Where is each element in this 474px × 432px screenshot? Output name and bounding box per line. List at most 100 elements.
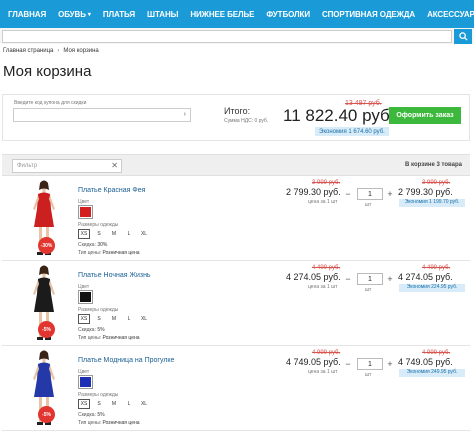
breadcrumb-home[interactable]: Главная страница — [3, 48, 53, 54]
discount-label: Скидка — [78, 242, 95, 248]
line-total: 2 799.30 руб. — [398, 187, 453, 197]
quantity-decrease-button[interactable]: − — [343, 358, 353, 370]
vat-amount: Сумма НДС: 0 руб. — [224, 118, 269, 124]
sizes-label: Размеры одежды — [78, 307, 119, 313]
nav-label: НИЖНЕЕ БЕЛЬЕ — [190, 9, 255, 19]
nav-item-dresses[interactable]: ПЛАТЬЯ — [97, 0, 141, 28]
discount-label: Скидка — [78, 327, 95, 333]
per-unit-label: цена за 1 шт — [308, 369, 338, 375]
total-label: Итого: — [224, 106, 251, 116]
nav-item-sportswear[interactable]: СПОРТИВНАЯ ОДЕЖДА — [316, 0, 421, 28]
nav-item-underwear[interactable]: НИЖНЕЕ БЕЛЬЕ — [184, 0, 260, 28]
color-swatch[interactable] — [78, 375, 93, 389]
price-type-value: Розничная цена — [102, 250, 140, 256]
product-name[interactable]: Платье Красная Фея — [78, 187, 145, 194]
search-icon — [458, 32, 468, 41]
price-type-label: Тип цены — [78, 420, 100, 426]
size-selector: XS S M L XL — [78, 314, 150, 324]
size-option-m[interactable]: M — [108, 314, 120, 324]
unit-price: 4 749.05 руб. — [286, 357, 341, 367]
size-option-xl[interactable]: XL — [138, 314, 150, 324]
size-option-m[interactable]: M — [108, 229, 120, 239]
quantity-decrease-button[interactable]: − — [343, 188, 353, 200]
nav-item-tshirts[interactable]: ФУТБОЛКИ — [260, 0, 316, 28]
size-selector: XS S M L XL — [78, 399, 150, 409]
quantity-increase-button[interactable]: + — [385, 358, 395, 370]
total-price: 11 822.40 руб. — [283, 106, 395, 125]
color-swatch[interactable] — [78, 205, 93, 219]
nav-label: АКСЕССУАРЫ — [427, 9, 474, 19]
price-type-label: Тип цены — [78, 335, 100, 341]
nav-item-accessories[interactable]: АКСЕССУАРЫ▾ — [421, 0, 474, 28]
size-option-xs[interactable]: XS — [78, 314, 90, 324]
discount-info: Скидка: 5% — [78, 412, 105, 418]
color-swatch[interactable] — [78, 290, 93, 304]
size-option-xl[interactable]: XL — [138, 399, 150, 409]
size-option-s[interactable]: S — [93, 314, 105, 324]
discount-value: 30% — [97, 242, 108, 248]
size-option-l[interactable]: L — [123, 314, 135, 324]
old-sum: 4 499 руб. — [422, 265, 451, 271]
cart-count: В корзине 3 товара — [405, 162, 462, 168]
quantity-increase-button[interactable]: + — [385, 273, 395, 285]
size-option-l[interactable]: L — [123, 229, 135, 239]
line-economy-badge: Экономия 249.95 руб. — [399, 369, 465, 377]
discount-value: 5% — [97, 327, 105, 333]
nav-item-shoes[interactable]: ОБУВЬ ▾ — [52, 0, 97, 28]
sizes-label: Размеры одежды — [78, 222, 119, 228]
search-button[interactable] — [454, 29, 472, 44]
search-bar — [0, 28, 474, 44]
per-unit-label: цена за 1 шт — [308, 199, 338, 205]
quantity-input[interactable]: 1 — [357, 358, 383, 370]
old-price: 4 999 руб. — [312, 350, 341, 356]
old-sum: 3 999 руб. — [422, 180, 451, 186]
unit-label: шт — [365, 287, 372, 293]
chevron-down-icon: ▾ — [87, 11, 91, 18]
size-option-l[interactable]: L — [123, 399, 135, 409]
old-price: 3 999 руб. — [312, 180, 341, 186]
cart-item-row: -5% Платье Ночная Жизнь Цвет Размеры оде… — [2, 262, 470, 346]
discount-badge: -5% — [38, 406, 55, 423]
unit-price: 4 274.05 руб. — [286, 272, 341, 282]
size-option-m[interactable]: M — [108, 399, 120, 409]
filter-bar: Фильтр ✕ В корзине 3 товара — [2, 154, 470, 176]
quantity-increase-button[interactable]: + — [385, 188, 395, 200]
size-option-s[interactable]: S — [93, 399, 105, 409]
unit-label: шт — [365, 372, 372, 378]
cart-totals: Введите код купона для скидки › Итого: С… — [2, 94, 470, 141]
cart-item-row: -5% Платье Модница на Прогулке Цвет Разм… — [2, 347, 470, 431]
close-icon[interactable]: ✕ — [111, 161, 118, 170]
nav-label: ГЛАВНАЯ — [8, 9, 47, 19]
filter-input[interactable]: Фильтр ✕ — [12, 159, 122, 173]
chevron-right-icon[interactable]: › — [184, 111, 186, 118]
line-total: 4 749.05 руб. — [398, 357, 453, 367]
size-option-xs[interactable]: XS — [78, 399, 90, 409]
product-name[interactable]: Платье Ночная Жизнь — [78, 272, 151, 279]
checkout-button[interactable]: Оформить заказ — [389, 107, 461, 124]
product-name[interactable]: Платье Модница на Прогулке — [78, 357, 174, 364]
old-sum: 4 999 руб. — [422, 350, 451, 356]
total-economy-badge: Экономия 1 674.60 руб. — [315, 127, 389, 136]
discount-badge: -30% — [38, 237, 55, 254]
quantity-decrease-button[interactable]: − — [343, 273, 353, 285]
coupon-input[interactable]: › — [13, 108, 191, 122]
breadcrumb-current: Моя корзина — [63, 48, 99, 54]
quantity-input[interactable]: 1 — [357, 273, 383, 285]
nav-label: ШТАНЫ — [147, 9, 179, 19]
size-option-xs[interactable]: XS — [78, 229, 90, 239]
price-type-info: Тип цены: Розничная цена — [78, 250, 140, 256]
breadcrumb: Главная страница › Моя корзина — [3, 48, 99, 54]
nav-item-home[interactable]: ГЛАВНАЯ — [0, 0, 52, 28]
nav-item-pants[interactable]: ШТАНЫ — [141, 0, 184, 28]
nav-label: ФУТБОЛКИ — [266, 9, 310, 19]
filter-placeholder: Фильтр — [17, 163, 38, 169]
coupon-label: Введите код купона для скидки — [14, 100, 87, 106]
price-type-info: Тип цены: Розничная цена — [78, 420, 140, 426]
old-price: 4 499 руб. — [312, 265, 341, 271]
discount-label: Скидка — [78, 412, 95, 418]
search-input[interactable] — [2, 30, 452, 43]
size-option-s[interactable]: S — [93, 229, 105, 239]
price-type-label: Тип цены — [78, 250, 100, 256]
quantity-input[interactable]: 1 — [357, 188, 383, 200]
size-option-xl[interactable]: XL — [138, 229, 150, 239]
